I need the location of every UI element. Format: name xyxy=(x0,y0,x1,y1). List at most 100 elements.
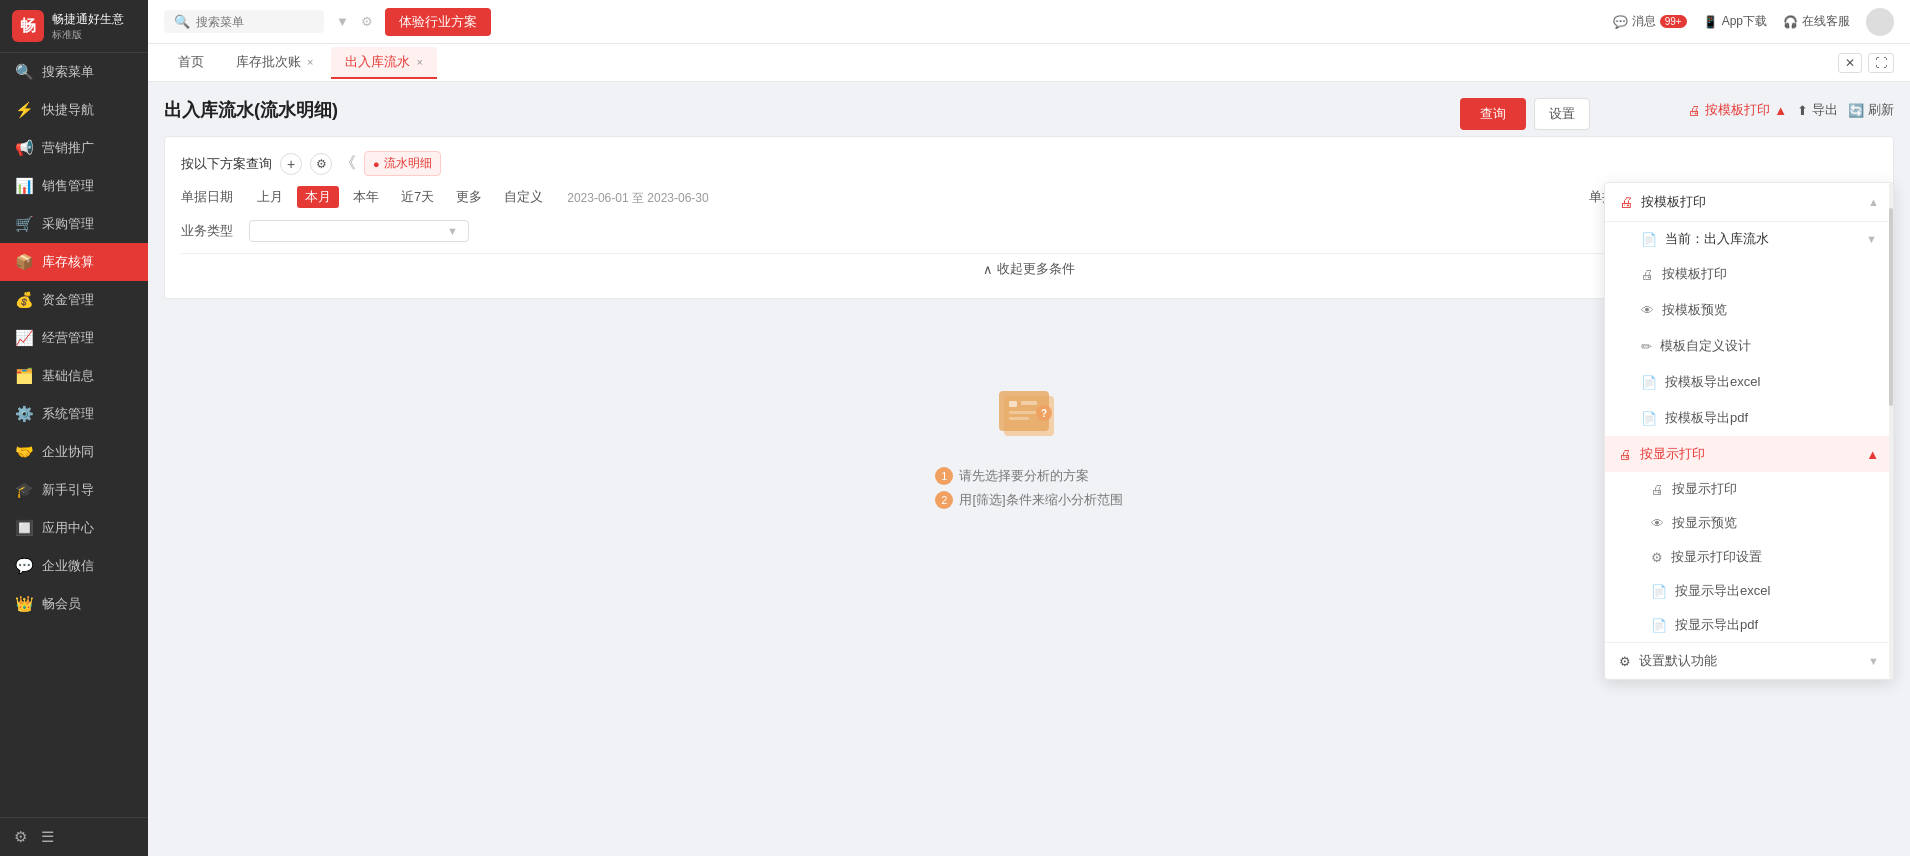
filter-setting-button[interactable]: ⚙ xyxy=(310,153,332,175)
date-current-month[interactable]: 本月 xyxy=(297,186,339,208)
display-settings-icon: ⚙ xyxy=(1651,550,1663,565)
dropdown-item-template-preview[interactable]: 👁 按模板预览 xyxy=(1605,292,1893,328)
print-dropdown-arrow[interactable]: ▲ xyxy=(1774,103,1787,118)
date-label: 单据日期 xyxy=(181,188,233,206)
display-print-icon: 🖨 xyxy=(1651,482,1664,497)
trial-industry-button[interactable]: 体验行业方案 xyxy=(385,8,491,36)
main-area: 🔍 ▼ ⚙ 体验行业方案 💬 消息 99+ 📱 App下载 🎧 在线客服 xyxy=(148,0,1910,856)
tab-home[interactable]: 首页 xyxy=(164,47,218,79)
sales-icon: 📊 xyxy=(14,177,34,195)
app-icon: 🔲 xyxy=(14,519,34,537)
dropdown-header: 🖨 按模板打印 ▲ xyxy=(1605,183,1893,222)
dropdown-scrollbar[interactable] xyxy=(1889,183,1893,679)
settings-bottom-icon[interactable]: ⚙ xyxy=(14,828,27,846)
menu-toggle-icon[interactable]: ☰ xyxy=(41,828,54,846)
sidebar-item-system[interactable]: ⚙️ 系统管理 xyxy=(0,395,148,433)
tab-flow-close[interactable]: × xyxy=(416,56,422,68)
column-settings-button[interactable]: 设置 xyxy=(1534,98,1590,130)
sidebar-item-app[interactable]: 🔲 应用中心 xyxy=(0,509,148,547)
dropdown-item-display-print[interactable]: 🖨 按显示打印 xyxy=(1605,472,1893,506)
sidebar-item-quick-nav[interactable]: ⚡ 快捷导航 xyxy=(0,91,148,129)
app-download-button[interactable]: 📱 App下载 xyxy=(1703,13,1767,30)
sidebar-item-inventory[interactable]: 📦 库存核算 xyxy=(0,243,148,281)
dropdown-scrollbar-thumb xyxy=(1889,208,1893,406)
dropdown-current-label: 📄 当前：出入库流水 ▼ xyxy=(1605,222,1893,256)
online-service-button[interactable]: 🎧 在线客服 xyxy=(1783,13,1850,30)
current-icon: 📄 xyxy=(1641,232,1657,247)
filter-tag-flow[interactable]: ● 流水明细 xyxy=(364,151,441,176)
date-custom[interactable]: 自定义 xyxy=(496,186,551,208)
dropdown-section-display[interactable]: 🖨 按显示打印 ▲ xyxy=(1605,436,1893,472)
sidebar-item-collab[interactable]: 🤝 企业协同 xyxy=(0,433,148,471)
print-dropdown-panel: 🖨 按模板打印 ▲ 📄 当前：出入库流水 ▼ 🖨 按模板打印 👁 按模板预览 ✏ xyxy=(1604,182,1894,680)
template-print-button[interactable]: 🖨 按模板打印 ▲ xyxy=(1688,101,1787,119)
refresh-icon: 🔄 xyxy=(1848,103,1864,118)
template-print-icon: 🖨 xyxy=(1641,267,1654,282)
refresh-button[interactable]: 🔄 刷新 xyxy=(1848,101,1894,119)
filter-add-button[interactable]: + xyxy=(280,153,302,175)
tab-batch-account-close[interactable]: × xyxy=(307,56,313,68)
dropdown-item-template-export-excel[interactable]: 📄 按模板导出excel xyxy=(1605,364,1893,400)
dropdown-item-template-export-pdf[interactable]: 📄 按模板导出pdf xyxy=(1605,400,1893,436)
export-button[interactable]: ⬆ 导出 xyxy=(1797,101,1838,119)
sidebar-item-member[interactable]: 👑 畅会员 xyxy=(0,585,148,623)
logo-icon: 畅 xyxy=(12,10,44,42)
page-header: 出入库流水(流水明细) 🖨 按模板打印 ▲ ⬆ 导出 🔄 刷新 xyxy=(164,98,1894,122)
dropdown-item-template-custom[interactable]: ✏ 模板自定义设计 xyxy=(1605,328,1893,364)
sidebar-item-search[interactable]: 🔍 搜索菜单 xyxy=(0,53,148,91)
date-last-7-days[interactable]: 近7天 xyxy=(393,186,442,208)
section-display-left: 🖨 按显示打印 xyxy=(1619,445,1705,463)
dropdown-collapse-icon[interactable]: ▲ xyxy=(1868,196,1879,208)
page-title: 出入库流水(流水明细) xyxy=(164,98,338,122)
dropdown-item-display-export-excel[interactable]: 📄 按显示导出excel xyxy=(1605,574,1893,608)
tab-close-all-button[interactable]: ✕ xyxy=(1838,53,1862,73)
query-action-buttons: 查询 设置 xyxy=(1460,98,1590,130)
sidebar-item-wechat[interactable]: 💬 企业微信 xyxy=(0,547,148,585)
search-input[interactable] xyxy=(196,15,296,29)
message-icon: 💬 xyxy=(1613,15,1628,29)
display-section-collapse-icon[interactable]: ▲ xyxy=(1866,447,1879,462)
dropdown-item-display-export-pdf[interactable]: 📄 按显示导出pdf xyxy=(1605,608,1893,642)
sidebar-item-sales[interactable]: 📊 销售管理 xyxy=(0,167,148,205)
date-last-month[interactable]: 上月 xyxy=(249,186,291,208)
dropdown-item-display-settings[interactable]: ⚙ 按显示打印设置 xyxy=(1605,540,1893,574)
template-preview-icon: 👁 xyxy=(1641,303,1654,318)
sidebar-item-operation[interactable]: 📈 经营管理 xyxy=(0,319,148,357)
dropdown-print-icon: 🖨 xyxy=(1619,194,1633,210)
sidebar-item-finance[interactable]: 💰 资金管理 xyxy=(0,281,148,319)
sidebar-item-guide[interactable]: 🎓 新手引导 xyxy=(0,471,148,509)
header-settings-icon[interactable]: ⚙ xyxy=(361,14,373,29)
filter-header: 按以下方案查询 + ⚙ 《 ● 流水明细 xyxy=(181,151,1877,176)
tabs-actions: ✕ ⛶ xyxy=(1838,53,1894,73)
tab-batch-account[interactable]: 库存批次账 × xyxy=(222,47,327,79)
display-preview-icon: 👁 xyxy=(1651,516,1664,531)
filter-collapse-button[interactable]: 《 xyxy=(340,153,356,174)
display-excel-icon: 📄 xyxy=(1651,584,1667,599)
date-shortcuts: 上月 本月 本年 近7天 更多 自定义 xyxy=(249,186,551,208)
message-button[interactable]: 💬 消息 99+ xyxy=(1613,13,1687,30)
tab-expand-button[interactable]: ⛶ xyxy=(1868,53,1894,73)
svg-rect-5 xyxy=(1009,417,1029,420)
collapse-icon: ∧ xyxy=(983,262,993,277)
date-more[interactable]: 更多 xyxy=(448,186,490,208)
search-dropdown-icon[interactable]: ▼ xyxy=(336,14,349,29)
query-button[interactable]: 查询 xyxy=(1460,98,1526,130)
sidebar-logo: 畅 畅捷通好生意 标准版 xyxy=(0,0,148,53)
sidebar: 畅 畅捷通好生意 标准版 🔍 搜索菜单 ⚡ 快捷导航 📢 营销推广 📊 销售管理… xyxy=(0,0,148,856)
tab-flow[interactable]: 出入库流水 × xyxy=(331,47,436,79)
biz-type-select[interactable]: ▼ xyxy=(249,220,469,242)
page-content: 出入库流水(流水明细) 🖨 按模板打印 ▲ ⬆ 导出 🔄 刷新 xyxy=(148,82,1910,856)
date-current-year[interactable]: 本年 xyxy=(345,186,387,208)
display-section-icon: 🖨 xyxy=(1619,447,1632,462)
empty-tip-2: 2 用[筛选]条件来缩小分析范围 xyxy=(935,491,1122,509)
user-avatar[interactable] xyxy=(1866,8,1894,36)
current-expand-icon[interactable]: ▼ xyxy=(1866,233,1877,245)
sidebar-item-purchase[interactable]: 🛒 采购管理 xyxy=(0,205,148,243)
sidebar-item-marketing[interactable]: 📢 营销推广 xyxy=(0,129,148,167)
dropdown-item-display-preview[interactable]: 👁 按显示预览 xyxy=(1605,506,1893,540)
header-search-box[interactable]: 🔍 xyxy=(164,10,324,33)
footer-settings-icon: ⚙ xyxy=(1619,654,1631,669)
sidebar-item-basic[interactable]: 🗂️ 基础信息 xyxy=(0,357,148,395)
dropdown-footer-settings[interactable]: ⚙ 设置默认功能 ▼ xyxy=(1605,642,1893,679)
dropdown-item-template-print[interactable]: 🖨 按模板打印 xyxy=(1605,256,1893,292)
